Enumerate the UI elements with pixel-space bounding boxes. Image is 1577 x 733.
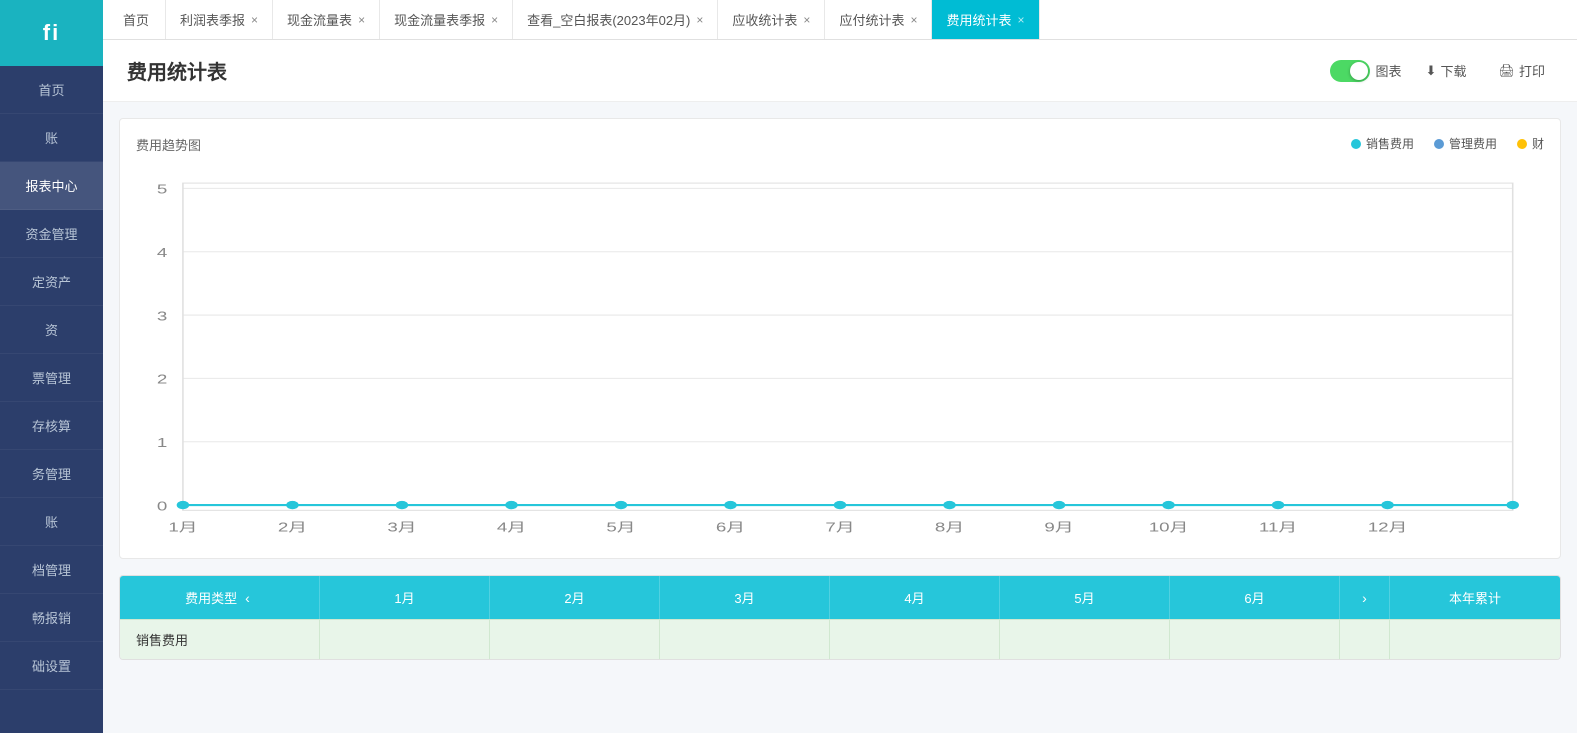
chart-toggle[interactable] — [1330, 60, 1370, 82]
line-chart-svg: 5 4 3 2 1 0 — [136, 162, 1544, 542]
sidebar: fi 首页 账 报表中心 资金管理 定资产 资 票管理 存核算 务管理 账 档管… — [0, 0, 103, 733]
svg-text:3: 3 — [157, 310, 168, 323]
row-m2 — [490, 620, 660, 659]
tab-payable-stats[interactable]: 应付统计表 × — [825, 0, 932, 39]
sidebar-item-sales-return[interactable]: 畅报销 — [0, 594, 103, 642]
svg-text:3月: 3月 — [387, 521, 416, 534]
chart-container: 费用趋势图 销售费用 管理费用 财 — [119, 118, 1561, 559]
chart-title: 费用趋势图 — [136, 135, 201, 154]
download-button[interactable]: ⬇ 下载 — [1418, 57, 1475, 84]
tab-close-expense-stats[interactable]: × — [1017, 13, 1024, 27]
tab-cashflow-quarterly[interactable]: 现金流量表季报 × — [380, 0, 513, 39]
svg-text:4: 4 — [157, 247, 168, 260]
sidebar-item-invoice-mgmt[interactable]: 票管理 — [0, 354, 103, 402]
legend-dot-finance — [1517, 139, 1527, 149]
svg-text:1月: 1月 — [168, 521, 197, 534]
row-ytd — [1390, 620, 1560, 659]
svg-text:5: 5 — [157, 183, 168, 196]
tab-receivable-stats[interactable]: 应收统计表 × — [718, 0, 825, 39]
tab-close-cashflow[interactable]: × — [358, 13, 365, 27]
svg-text:5月: 5月 — [606, 521, 635, 534]
sidebar-item-fund-mgmt[interactable]: 资金管理 — [0, 210, 103, 258]
legend-item-sales: 销售费用 — [1351, 135, 1414, 152]
tab-profit-quarterly[interactable]: 利润表季报 × — [166, 0, 273, 39]
row-nav — [1340, 620, 1390, 659]
chart-toggle-label: 图表 — [1376, 61, 1402, 80]
download-icon: ⬇ — [1426, 63, 1437, 79]
svg-text:6月: 6月 — [716, 521, 745, 534]
svg-text:12月: 12月 — [1368, 521, 1408, 534]
row-m4 — [830, 620, 1000, 659]
table-header-m5: 5月 — [1000, 576, 1170, 619]
legend-label-finance: 财 — [1532, 135, 1544, 152]
sidebar-item-inventory-settle[interactable]: 存核算 — [0, 402, 103, 450]
sidebar-item-archive-mgmt[interactable]: 档管理 — [0, 546, 103, 594]
header-actions: 图表 ⬇ 下载 🖨 打印 — [1330, 57, 1553, 84]
table-header-ytd: 本年累计 — [1390, 576, 1560, 619]
svg-text:11月: 11月 — [1259, 521, 1297, 534]
chart-wrap: 5 4 3 2 1 0 — [136, 162, 1544, 542]
legend-dot-sales — [1351, 139, 1361, 149]
svg-text:7月: 7月 — [825, 521, 854, 534]
row-m5 — [1000, 620, 1170, 659]
tab-close-view-blank-report[interactable]: × — [696, 13, 703, 27]
row-m6 — [1170, 620, 1340, 659]
data-table-container: 费用类型 ‹ 1月 2月 3月 4月 5月 6月 › 本年累计 销售费用 — [119, 575, 1561, 660]
tab-close-profit-quarterly[interactable]: × — [251, 13, 258, 27]
legend-label-mgmt: 管理费用 — [1449, 135, 1497, 152]
legend-item-finance: 财 — [1517, 135, 1544, 152]
table-row: 销售费用 — [120, 619, 1560, 659]
chart-toggle-container: 图表 — [1330, 60, 1402, 82]
sidebar-item-business-mgmt[interactable]: 务管理 — [0, 450, 103, 498]
svg-text:8月: 8月 — [935, 521, 964, 534]
table-nav-next[interactable]: › — [1358, 590, 1371, 606]
tab-close-receivable-stats[interactable]: × — [803, 13, 810, 27]
tab-view-blank-report[interactable]: 查看_空白报表(2023年02月) × — [513, 0, 718, 39]
sidebar-item-fixed-assets[interactable]: 定资产 — [0, 258, 103, 306]
tab-bar: 首页 利润表季报 × 现金流量表 × 现金流量表季报 × 查看_空白报表(202… — [103, 0, 1577, 40]
sidebar-item-assets[interactable]: 资 — [0, 306, 103, 354]
tab-home[interactable]: 首页 — [107, 0, 166, 39]
main-content: 首页 利润表季报 × 现金流量表 × 现金流量表季报 × 查看_空白报表(202… — [103, 0, 1577, 733]
table-header-m1: 1月 — [320, 576, 490, 619]
print-button[interactable]: 🖨 打印 — [1490, 57, 1553, 84]
sidebar-item-home[interactable]: 首页 — [0, 66, 103, 114]
print-icon: 🖨 — [1498, 63, 1515, 79]
row-type: 销售费用 — [120, 620, 320, 659]
tab-close-payable-stats[interactable]: × — [910, 13, 917, 27]
table-nav-next-cell: › — [1340, 576, 1390, 619]
legend-label-sales: 销售费用 — [1366, 135, 1414, 152]
svg-text:9月: 9月 — [1044, 521, 1073, 534]
svg-text:0: 0 — [157, 500, 168, 513]
svg-text:2月: 2月 — [278, 521, 307, 534]
legend-item-mgmt: 管理费用 — [1434, 135, 1497, 152]
sidebar-logo: fi — [0, 0, 103, 66]
table-header-m3: 3月 — [660, 576, 830, 619]
table-header-m2: 2月 — [490, 576, 660, 619]
sidebar-item-report-center[interactable]: 报表中心 — [0, 162, 103, 210]
page-title: 费用统计表 — [127, 56, 227, 85]
tab-cashflow[interactable]: 现金流量表 × — [273, 0, 380, 39]
table-header: 费用类型 ‹ 1月 2月 3月 4月 5月 6月 › 本年累计 — [120, 576, 1560, 619]
svg-text:1: 1 — [157, 437, 168, 450]
table-header-m4: 4月 — [830, 576, 1000, 619]
sidebar-item-accounts[interactable]: 账 — [0, 498, 103, 546]
page-body: 费用统计表 图表 ⬇ 下载 🖨 打印 费用趋势图 — [103, 40, 1577, 733]
sidebar-item-basic-settings[interactable]: 础设置 — [0, 642, 103, 690]
svg-text:2: 2 — [157, 373, 168, 386]
table-nav-prev[interactable]: ‹ — [241, 590, 254, 606]
table-header-type: 费用类型 ‹ — [120, 576, 320, 619]
row-m3 — [660, 620, 830, 659]
tab-expense-stats[interactable]: 费用统计表 × — [932, 0, 1039, 39]
row-m1 — [320, 620, 490, 659]
legend-dot-mgmt — [1434, 139, 1444, 149]
table-header-m6: 6月 — [1170, 576, 1340, 619]
sidebar-item-ledger[interactable]: 账 — [0, 114, 103, 162]
svg-text:10月: 10月 — [1149, 521, 1189, 534]
tab-close-cashflow-quarterly[interactable]: × — [491, 13, 498, 27]
chart-legend: 销售费用 管理费用 财 — [1351, 135, 1544, 152]
svg-text:4月: 4月 — [497, 521, 526, 534]
page-header: 费用统计表 图表 ⬇ 下载 🖨 打印 — [103, 40, 1577, 102]
